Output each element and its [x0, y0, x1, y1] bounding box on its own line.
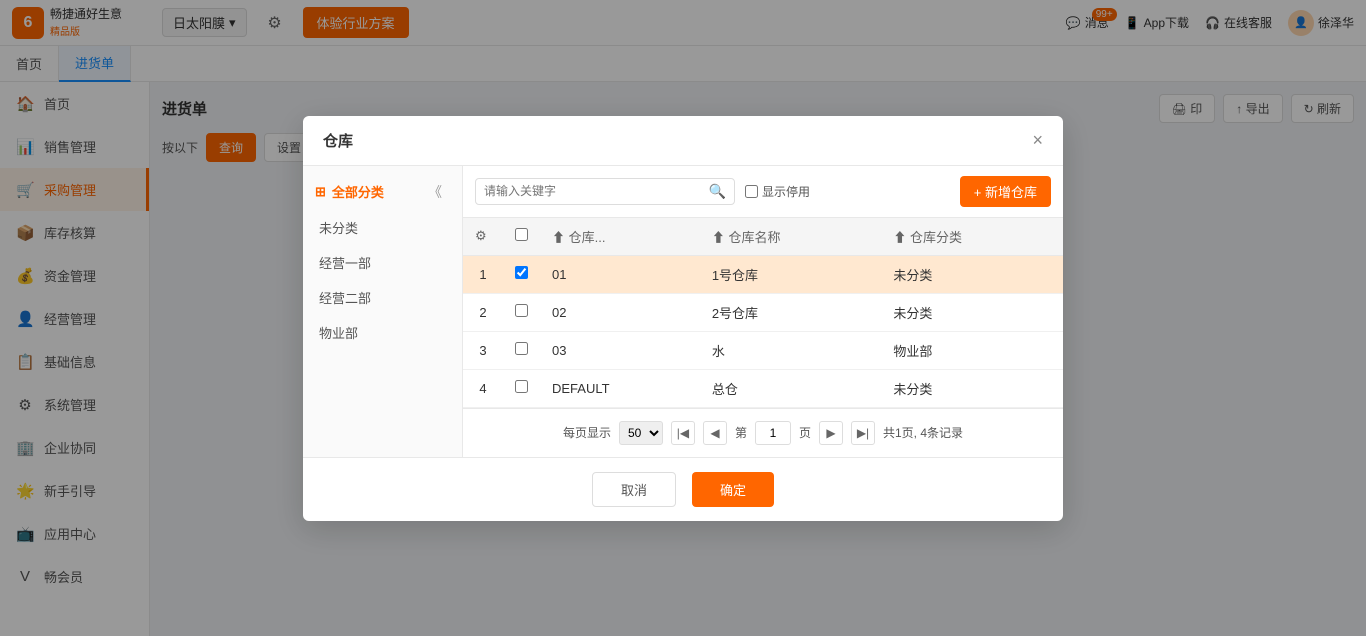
sort-icon: ⬆ — [552, 230, 565, 245]
page-prefix: 第 — [735, 424, 747, 441]
collapse-icon[interactable]: 《 — [420, 182, 450, 202]
cancel-button[interactable]: 取消 — [592, 472, 676, 507]
new-warehouse-button[interactable]: + 新增仓库 — [960, 176, 1051, 207]
row-num: 4 — [463, 369, 503, 407]
row-checkbox-cell[interactable] — [503, 369, 540, 407]
sort-name-icon: ⬆ — [712, 230, 725, 245]
category-item-dept1[interactable]: 经营一部 — [303, 245, 462, 280]
sort-cat-icon: ⬆ — [893, 230, 906, 245]
row-checkbox-cell[interactable] — [503, 255, 540, 293]
row-name: 1号仓库 — [700, 255, 882, 293]
table-scroll: ⚙ ⬆ 仓库... ⬆ — [463, 218, 1063, 408]
grid-icon: ⊞ — [315, 184, 326, 200]
prev-page-button[interactable]: ◀ — [703, 421, 727, 445]
modal-footer: 取消 确定 — [303, 457, 1063, 521]
modal-body: ⊞ 全部分类 《 未分类 经营一部 经营二部 物业部 — [303, 166, 1063, 457]
row-code: 02 — [540, 293, 700, 331]
row-category: 未分类 — [881, 369, 1063, 407]
row-category: 未分类 — [881, 255, 1063, 293]
category-item-dept2[interactable]: 经营二部 — [303, 280, 462, 315]
select-all-checkbox[interactable] — [515, 228, 528, 241]
all-category-label: 全部分类 — [332, 182, 384, 201]
settings-col-icon: ⚙ — [475, 228, 487, 243]
row-num: 1 — [463, 255, 503, 293]
pagination: 每页显示 50 |◀ ◀ 第 页 ▶ ▶| 共1页, 4条记录 — [463, 408, 1063, 457]
category-item-property[interactable]: 物业部 — [303, 315, 462, 350]
per-page-label: 每页显示 — [563, 424, 611, 441]
row-code: 03 — [540, 331, 700, 369]
row-checkbox[interactable] — [515, 342, 528, 355]
row-num: 2 — [463, 293, 503, 331]
col-code-header: ⬆ 仓库... — [540, 218, 700, 256]
next-page-button[interactable]: ▶ — [819, 421, 843, 445]
col-name-header: ⬆ 仓库名称 — [700, 218, 882, 256]
all-category-item[interactable]: ⊞ 全部分类 — [315, 182, 384, 201]
table-row[interactable]: 1 01 1号仓库 未分类 — [463, 255, 1063, 293]
search-icon: 🔍 — [709, 183, 726, 200]
row-checkbox-cell[interactable] — [503, 293, 540, 331]
last-page-button[interactable]: ▶| — [851, 421, 875, 445]
warehouse-modal: 仓库 × ⊞ 全部分类 《 未分类 经营一部 — [303, 116, 1063, 521]
col-settings: ⚙ — [463, 218, 503, 256]
confirm-button[interactable]: 确定 — [692, 472, 774, 507]
category-item-unclassified[interactable]: 未分类 — [303, 210, 462, 245]
show-disabled-checkbox[interactable] — [745, 185, 758, 198]
warehouse-table: ⚙ ⬆ 仓库... ⬆ — [463, 218, 1063, 408]
row-name: 2号仓库 — [700, 293, 882, 331]
modal-header: 仓库 × — [303, 116, 1063, 166]
row-checkbox-cell[interactable] — [503, 331, 540, 369]
content-panel: 🔍 显示停用 + 新增仓库 ⚙ — [463, 166, 1063, 457]
page-input[interactable] — [755, 421, 791, 445]
search-box[interactable]: 🔍 — [475, 178, 735, 205]
row-code: 01 — [540, 255, 700, 293]
page-suffix: 页 — [799, 424, 811, 441]
table-row[interactable]: 3 03 水 物业部 — [463, 331, 1063, 369]
row-checkbox[interactable] — [515, 380, 528, 393]
row-name: 水 — [700, 331, 882, 369]
row-num: 3 — [463, 331, 503, 369]
table-row[interactable]: 2 02 2号仓库 未分类 — [463, 293, 1063, 331]
show-disabled-label[interactable]: 显示停用 — [745, 183, 810, 200]
row-name: 总仓 — [700, 369, 882, 407]
col-category-header: ⬆ 仓库分类 — [881, 218, 1063, 256]
row-code: DEFAULT — [540, 369, 700, 407]
table-row[interactable]: 4 DEFAULT 总仓 未分类 — [463, 369, 1063, 407]
row-category: 未分类 — [881, 293, 1063, 331]
total-label: 共1页, 4条记录 — [883, 424, 963, 441]
row-checkbox[interactable] — [515, 304, 528, 317]
row-checkbox[interactable] — [515, 266, 528, 279]
close-icon[interactable]: × — [1032, 130, 1043, 151]
row-category: 物业部 — [881, 331, 1063, 369]
col-checkbox — [503, 218, 540, 256]
modal-title: 仓库 — [323, 130, 353, 151]
content-toolbar: 🔍 显示停用 + 新增仓库 — [463, 166, 1063, 218]
per-page-select[interactable]: 50 — [619, 421, 663, 445]
search-input[interactable] — [484, 184, 705, 198]
first-page-button[interactable]: |◀ — [671, 421, 695, 445]
category-header: ⊞ 全部分类 《 — [303, 174, 462, 210]
modal-overlay[interactable]: 仓库 × ⊞ 全部分类 《 未分类 经营一部 — [0, 0, 1366, 636]
category-panel: ⊞ 全部分类 《 未分类 经营一部 经营二部 物业部 — [303, 166, 463, 457]
